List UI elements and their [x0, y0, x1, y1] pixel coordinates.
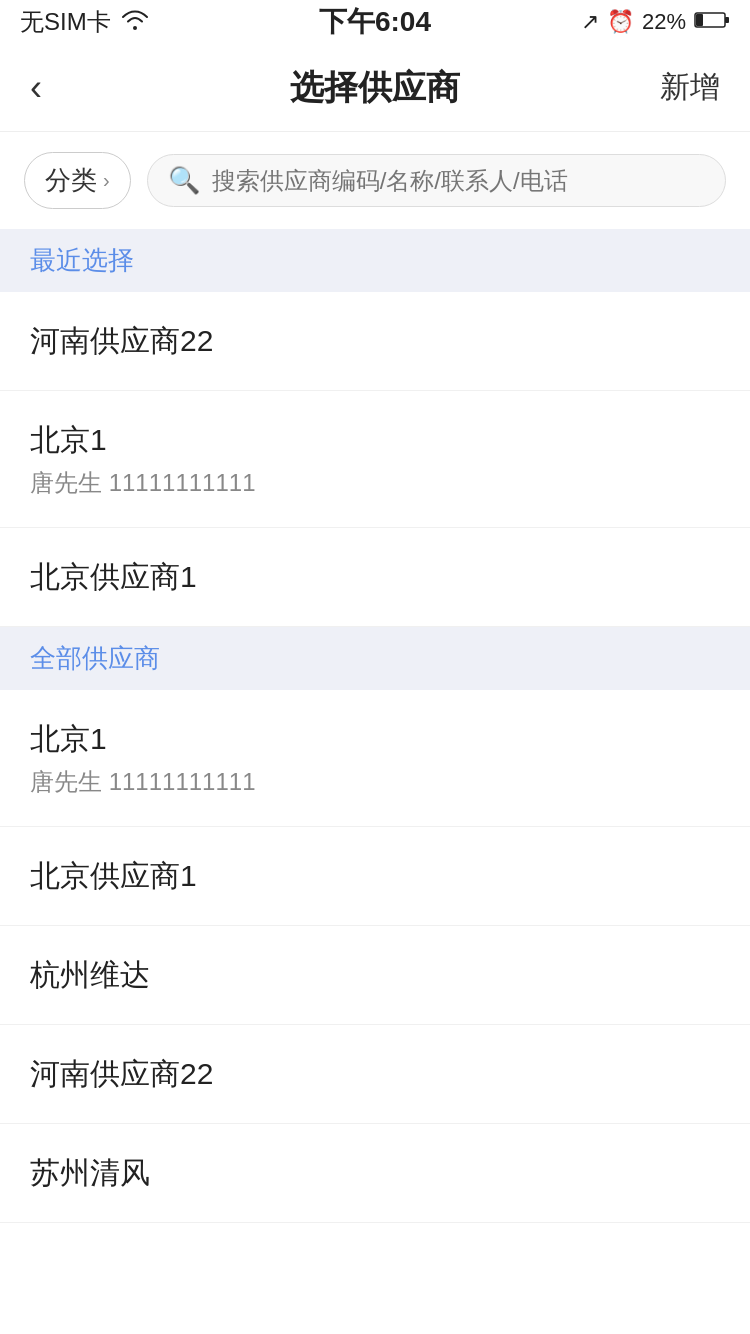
- nav-bar: ‹ 选择供应商 新增: [0, 44, 750, 132]
- list-item[interactable]: 北京1 唐先生 11111111111: [0, 690, 750, 827]
- item-name: 北京供应商1: [30, 855, 720, 897]
- page-title: 选择供应商: [290, 65, 460, 111]
- svg-rect-1: [725, 17, 729, 23]
- location-icon: ↗: [581, 9, 599, 35]
- search-input[interactable]: [212, 167, 705, 195]
- item-name: 北京1: [30, 419, 720, 461]
- list-item[interactable]: 苏州清风: [0, 1124, 750, 1223]
- list-item[interactable]: 北京供应商1: [0, 528, 750, 627]
- category-label: 分类: [45, 163, 97, 198]
- item-name: 苏州清风: [30, 1152, 720, 1194]
- recent-section-header: 最近选择: [0, 229, 750, 292]
- back-button[interactable]: ‹: [30, 67, 90, 109]
- battery-text: 22%: [642, 9, 686, 35]
- item-sub: 唐先生 11111111111: [30, 766, 720, 798]
- status-left: 无SIM卡: [20, 6, 149, 38]
- item-name: 北京供应商1: [30, 556, 720, 598]
- item-sub: 唐先生 11111111111: [30, 467, 720, 499]
- recent-section-label: 最近选择: [30, 245, 134, 275]
- battery-icon: [694, 9, 730, 35]
- alarm-icon: ⏰: [607, 9, 634, 35]
- item-name: 河南供应商22: [30, 320, 720, 362]
- all-section-header: 全部供应商: [0, 627, 750, 690]
- list-item[interactable]: 北京1 唐先生 11111111111: [0, 391, 750, 528]
- status-bar: 无SIM卡 下午6:04 ↗ ⏰ 22%: [0, 0, 750, 44]
- list-item[interactable]: 杭州维达: [0, 926, 750, 1025]
- list-item[interactable]: 河南供应商22: [0, 1025, 750, 1124]
- recent-items-list: 河南供应商22 北京1 唐先生 11111111111 北京供应商1: [0, 292, 750, 627]
- search-box: 🔍: [147, 154, 726, 207]
- add-button[interactable]: 新增: [660, 67, 720, 108]
- category-button[interactable]: 分类 ›: [24, 152, 131, 209]
- status-time: 下午6:04: [319, 3, 431, 41]
- all-section-label: 全部供应商: [30, 643, 160, 673]
- search-icon: 🔍: [168, 165, 200, 196]
- all-items-list: 北京1 唐先生 11111111111 北京供应商1 杭州维达河南供应商22 苏州清风: [0, 690, 750, 1223]
- item-name: 河南供应商22: [30, 1053, 720, 1095]
- status-right: ↗ ⏰ 22%: [581, 9, 730, 35]
- svg-rect-2: [696, 14, 703, 26]
- item-name: 北京1: [30, 718, 720, 760]
- list-item[interactable]: 河南供应商22: [0, 292, 750, 391]
- wifi-icon: [121, 8, 149, 36]
- chevron-right-icon: ›: [103, 169, 110, 192]
- carrier-text: 无SIM卡: [20, 6, 111, 38]
- list-item[interactable]: 北京供应商1: [0, 827, 750, 926]
- filter-bar: 分类 › 🔍: [0, 132, 750, 229]
- item-name: 杭州维达: [30, 954, 720, 996]
